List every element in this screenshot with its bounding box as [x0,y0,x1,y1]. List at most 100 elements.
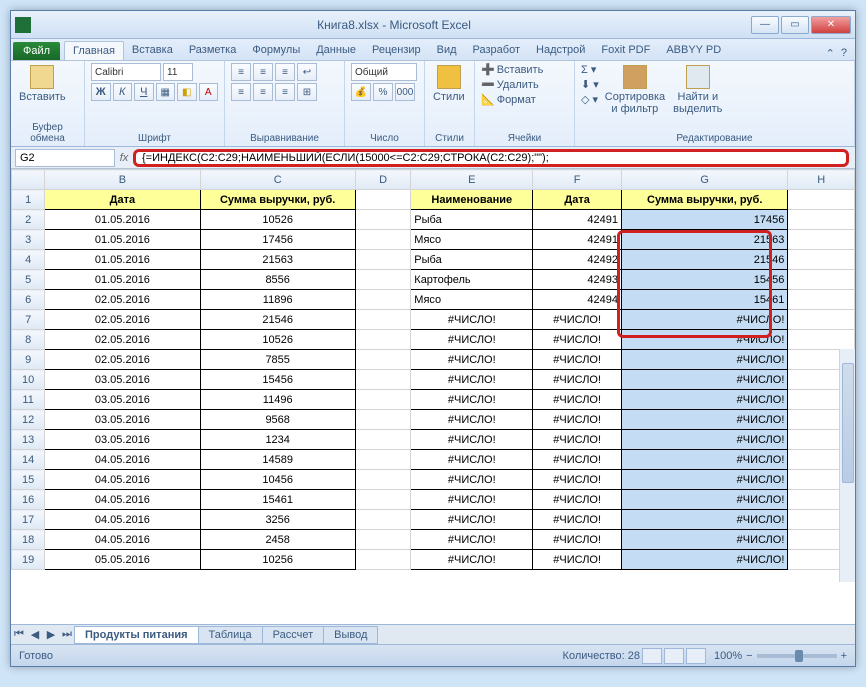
zoom-out-button[interactable]: − [746,650,752,662]
tab-Главная[interactable]: Главная [64,41,124,60]
autosum-button[interactable]: Σ ▾ [581,63,599,76]
percent-button[interactable]: % [373,83,393,101]
zoom-slider[interactable] [757,654,837,658]
cell-B12[interactable]: 03.05.2016 [45,410,200,430]
cell-G9[interactable]: #ЧИСЛО! [622,350,788,370]
row-header-11[interactable]: 11 [12,390,45,410]
sheet-nav-prev[interactable]: ◀ [27,627,43,643]
cell-G2[interactable]: 17456 [622,210,788,230]
col-header-E[interactable]: E [411,170,533,190]
italic-button[interactable]: К [113,83,133,101]
cell-E17[interactable]: #ЧИСЛО! [411,510,533,530]
cell-D17[interactable] [355,510,410,530]
cell-C5[interactable]: 8556 [200,270,355,290]
cell-F17[interactable]: #ЧИСЛО! [533,510,622,530]
cell-G1[interactable]: Сумма выручки, руб. [622,190,788,210]
cell-F8[interactable]: #ЧИСЛО! [533,330,622,350]
cell-C19[interactable]: 10256 [200,550,355,570]
cell-C18[interactable]: 2458 [200,530,355,550]
cell-D6[interactable] [355,290,410,310]
cell-E6[interactable]: Мясо [411,290,533,310]
cell-G15[interactable]: #ЧИСЛО! [622,470,788,490]
row-header-7[interactable]: 7 [12,310,45,330]
cell-E9[interactable]: #ЧИСЛО! [411,350,533,370]
underline-button[interactable]: Ч [134,83,154,101]
cell-C9[interactable]: 7855 [200,350,355,370]
cell-F12[interactable]: #ЧИСЛО! [533,410,622,430]
cell-F5[interactable]: 42493 [533,270,622,290]
cell-D16[interactable] [355,490,410,510]
cell-G14[interactable]: #ЧИСЛО! [622,450,788,470]
name-box[interactable]: G2 [15,149,115,167]
sort-filter-button[interactable]: Сортировка и фильтр [603,63,667,117]
comma-button[interactable]: 000 [395,83,415,101]
cell-D11[interactable] [355,390,410,410]
cell-E10[interactable]: #ЧИСЛО! [411,370,533,390]
sheet-nav-last[interactable]: ⏭ [59,627,75,643]
cell-C15[interactable]: 10456 [200,470,355,490]
cell-E1[interactable]: Наименование [411,190,533,210]
cell-B2[interactable]: 01.05.2016 [45,210,200,230]
cell-E16[interactable]: #ЧИСЛО! [411,490,533,510]
cell-G19[interactable]: #ЧИСЛО! [622,550,788,570]
cell-E15[interactable]: #ЧИСЛО! [411,470,533,490]
cell-D9[interactable] [355,350,410,370]
cell-F14[interactable]: #ЧИСЛО! [533,450,622,470]
cell-E7[interactable]: #ЧИСЛО! [411,310,533,330]
cell-G4[interactable]: 21546 [622,250,788,270]
align-bot-button[interactable]: ≡ [275,63,295,81]
align-left-button[interactable]: ≡ [231,83,251,101]
tab-Формулы[interactable]: Формулы [244,41,308,60]
tab-ABBYY PD[interactable]: ABBYY PD [658,41,729,60]
cell-H5[interactable] [788,270,855,290]
cell-G3[interactable]: 21563 [622,230,788,250]
delete-cells-button[interactable]: ➖ Удалить [481,78,568,91]
row-header-13[interactable]: 13 [12,430,45,450]
font-size-combo[interactable]: 11 [163,63,193,81]
col-header-D[interactable]: D [355,170,410,190]
cell-F13[interactable]: #ЧИСЛО! [533,430,622,450]
tab-Данные[interactable]: Данные [308,41,364,60]
cell-G8[interactable]: #ЧИСЛО! [622,330,788,350]
cell-F4[interactable]: 42492 [533,250,622,270]
cell-F10[interactable]: #ЧИСЛО! [533,370,622,390]
view-layout-button[interactable] [664,648,684,664]
cell-C7[interactable]: 21546 [200,310,355,330]
cell-D15[interactable] [355,470,410,490]
cell-C2[interactable]: 10526 [200,210,355,230]
cell-D1[interactable] [355,190,410,210]
row-header-10[interactable]: 10 [12,370,45,390]
cell-C16[interactable]: 15461 [200,490,355,510]
cell-D10[interactable] [355,370,410,390]
cell-B4[interactable]: 01.05.2016 [45,250,200,270]
cell-B18[interactable]: 04.05.2016 [45,530,200,550]
cell-B15[interactable]: 04.05.2016 [45,470,200,490]
zoom-in-button[interactable]: + [841,650,847,662]
paste-button[interactable]: Вставить [17,63,68,105]
cell-E4[interactable]: Рыба [411,250,533,270]
align-center-button[interactable]: ≡ [253,83,273,101]
cell-D18[interactable] [355,530,410,550]
col-header-F[interactable]: F [533,170,622,190]
cell-B5[interactable]: 01.05.2016 [45,270,200,290]
cell-F9[interactable]: #ЧИСЛО! [533,350,622,370]
cell-C13[interactable]: 1234 [200,430,355,450]
row-header-12[interactable]: 12 [12,410,45,430]
tab-Рецензир[interactable]: Рецензир [364,41,429,60]
vertical-scrollbar[interactable] [839,349,855,582]
styles-button[interactable]: Стили [431,63,467,105]
cell-C4[interactable]: 21563 [200,250,355,270]
cell-B3[interactable]: 01.05.2016 [45,230,200,250]
cell-F16[interactable]: #ЧИСЛО! [533,490,622,510]
cell-G7[interactable]: #ЧИСЛО! [622,310,788,330]
merge-button[interactable]: ⊞ [297,83,317,101]
maximize-button[interactable]: ▭ [781,16,809,34]
worksheet-grid[interactable]: BCDEFGH 1ДатаСумма выручки, руб.Наименов… [11,169,855,624]
cell-C12[interactable]: 9568 [200,410,355,430]
sheet-tab-2[interactable]: Рассчет [262,626,325,644]
cell-E14[interactable]: #ЧИСЛО! [411,450,533,470]
sheet-tab-0[interactable]: Продукты питания [74,626,199,644]
cell-C14[interactable]: 14589 [200,450,355,470]
cell-H1[interactable] [788,190,855,210]
view-break-button[interactable] [686,648,706,664]
